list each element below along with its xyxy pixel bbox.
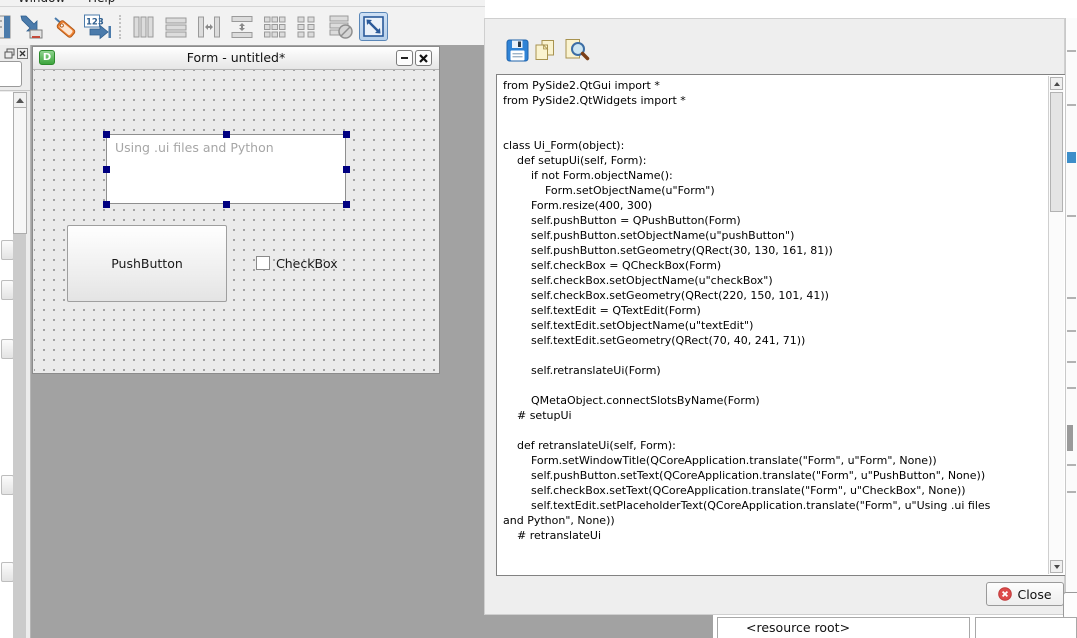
selection-handle-n[interactable] bbox=[223, 131, 230, 138]
code-scrollbar[interactable] bbox=[1048, 76, 1064, 574]
close-button[interactable]: Close bbox=[986, 582, 1064, 606]
layout-grid-icon bbox=[263, 15, 287, 39]
main-toolbar: Window Help bbox=[0, 0, 485, 46]
find-icon bbox=[563, 38, 590, 63]
selection-handle-e[interactable] bbox=[343, 166, 350, 173]
menu-help[interactable]: Help bbox=[88, 0, 115, 5]
adjust-size-icon bbox=[362, 15, 386, 39]
float-icon bbox=[4, 48, 15, 59]
textedit-widget[interactable]: Using .ui files and Python bbox=[106, 134, 346, 204]
row-fragment bbox=[1067, 297, 1076, 299]
widget-box-list[interactable] bbox=[0, 92, 13, 638]
widget-filter-input[interactable] bbox=[0, 61, 22, 87]
layout-vertically-splitter-icon bbox=[230, 15, 254, 39]
break-layout-button[interactable] bbox=[326, 12, 355, 41]
form-designer-window: D Form - untitled* Using .ui files and P… bbox=[33, 47, 439, 373]
selection-handle-nw[interactable] bbox=[103, 131, 110, 138]
selection-handle-s[interactable] bbox=[223, 201, 230, 208]
generated-code: from PySide2.QtGui import * from PySide2… bbox=[503, 78, 990, 543]
scrollbar-fragment bbox=[1067, 425, 1073, 451]
edit-buddies-button[interactable] bbox=[50, 12, 79, 41]
selected-row-fragment bbox=[1067, 152, 1076, 163]
selection-handle-w[interactable] bbox=[103, 166, 110, 173]
copy-icon bbox=[533, 39, 557, 62]
toolbar-separator bbox=[119, 15, 121, 39]
adjust-size-button[interactable] bbox=[359, 12, 388, 41]
layout-vertically-icon bbox=[164, 15, 188, 39]
row-fragment bbox=[1067, 464, 1076, 466]
dock-scrollbar-thumb[interactable] bbox=[13, 107, 27, 234]
resource-panel-fragment bbox=[975, 617, 1077, 638]
layout-horizontally-icon bbox=[131, 15, 155, 39]
row-fragment bbox=[1067, 215, 1076, 217]
row-fragment bbox=[1067, 387, 1076, 389]
layout-horizontally-splitter-button[interactable] bbox=[194, 12, 223, 41]
row-fragment bbox=[1067, 50, 1076, 52]
edit-tab-order-icon: 123 bbox=[83, 13, 112, 41]
checkbox-label: CheckBox bbox=[276, 256, 338, 271]
form-close-button[interactable] bbox=[415, 50, 432, 66]
resource-root-item[interactable]: <resource root> bbox=[717, 617, 970, 638]
close-icon bbox=[17, 48, 28, 59]
code-scrollbar-thumb[interactable] bbox=[1050, 92, 1063, 212]
edit-tab-order-button[interactable]: 123 bbox=[83, 12, 112, 41]
save-icon bbox=[506, 39, 529, 62]
find-button[interactable] bbox=[562, 37, 590, 63]
close-dialog-icon bbox=[998, 587, 1012, 601]
close-icon bbox=[418, 53, 429, 64]
dock-float-button[interactable] bbox=[3, 47, 15, 59]
selection-handle-sw[interactable] bbox=[103, 201, 110, 208]
minimize-icon bbox=[401, 57, 408, 59]
row-fragment bbox=[1067, 361, 1076, 363]
scroll-up-icon[interactable] bbox=[1050, 77, 1063, 90]
selection-handle-se[interactable] bbox=[343, 201, 350, 208]
scroll-up-icon[interactable] bbox=[13, 92, 27, 108]
dock-separator bbox=[0, 90, 30, 91]
mdi-area-bottom bbox=[485, 615, 713, 638]
dock-scrollbar[interactable] bbox=[13, 92, 26, 638]
cropped-button bbox=[1063, 592, 1077, 619]
layout-horizontally-splitter-icon bbox=[197, 15, 221, 39]
row-fragment bbox=[1067, 491, 1076, 493]
row-fragment bbox=[1067, 104, 1076, 106]
right-panel-edge bbox=[1065, 18, 1077, 638]
form-canvas[interactable]: Using .ui files and Python PushButton Ch… bbox=[34, 70, 438, 372]
edit-buddies-icon bbox=[51, 13, 79, 41]
checkbox-widget[interactable] bbox=[256, 256, 270, 270]
edit-signals-slots-icon bbox=[17, 13, 44, 40]
layout-horizontally-button[interactable] bbox=[128, 12, 157, 41]
layout-form-button[interactable] bbox=[293, 12, 322, 41]
form-minimize-button[interactable] bbox=[396, 50, 413, 66]
edit-widgets-button[interactable] bbox=[0, 12, 13, 41]
save-button[interactable] bbox=[503, 37, 531, 63]
form-window-title: Form - untitled* bbox=[33, 50, 439, 65]
form-window-titlebar[interactable]: D Form - untitled* bbox=[33, 47, 439, 70]
code-editor[interactable]: from PySide2.QtGui import * from PySide2… bbox=[496, 74, 1066, 576]
copy-button[interactable] bbox=[531, 37, 559, 63]
layout-vertically-button[interactable] bbox=[161, 12, 190, 41]
qt-designer-screen: Window Help bbox=[0, 0, 1077, 638]
close-button-label: Close bbox=[1017, 587, 1051, 602]
layout-grid-button[interactable] bbox=[260, 12, 289, 41]
layout-form-icon bbox=[296, 15, 320, 39]
textedit-placeholder: Using .ui files and Python bbox=[115, 140, 274, 155]
menu-window[interactable]: Window bbox=[18, 0, 65, 5]
edit-signals-slots-button[interactable] bbox=[16, 12, 45, 41]
dock-close-button[interactable] bbox=[16, 47, 28, 59]
break-layout-icon bbox=[328, 14, 354, 40]
row-fragment bbox=[1067, 330, 1076, 332]
widget-box-dock bbox=[0, 45, 31, 638]
layout-vertically-splitter-button[interactable] bbox=[227, 12, 256, 41]
edit-widgets-icon bbox=[0, 14, 12, 40]
menubar: Window Help bbox=[0, 0, 485, 7]
code-preview-dialog: from PySide2.QtGui import * from PySide2… bbox=[484, 18, 1065, 615]
scroll-down-icon[interactable] bbox=[1050, 560, 1063, 573]
selection-handle-ne[interactable] bbox=[343, 131, 350, 138]
pushbutton-widget[interactable]: PushButton bbox=[67, 225, 227, 302]
